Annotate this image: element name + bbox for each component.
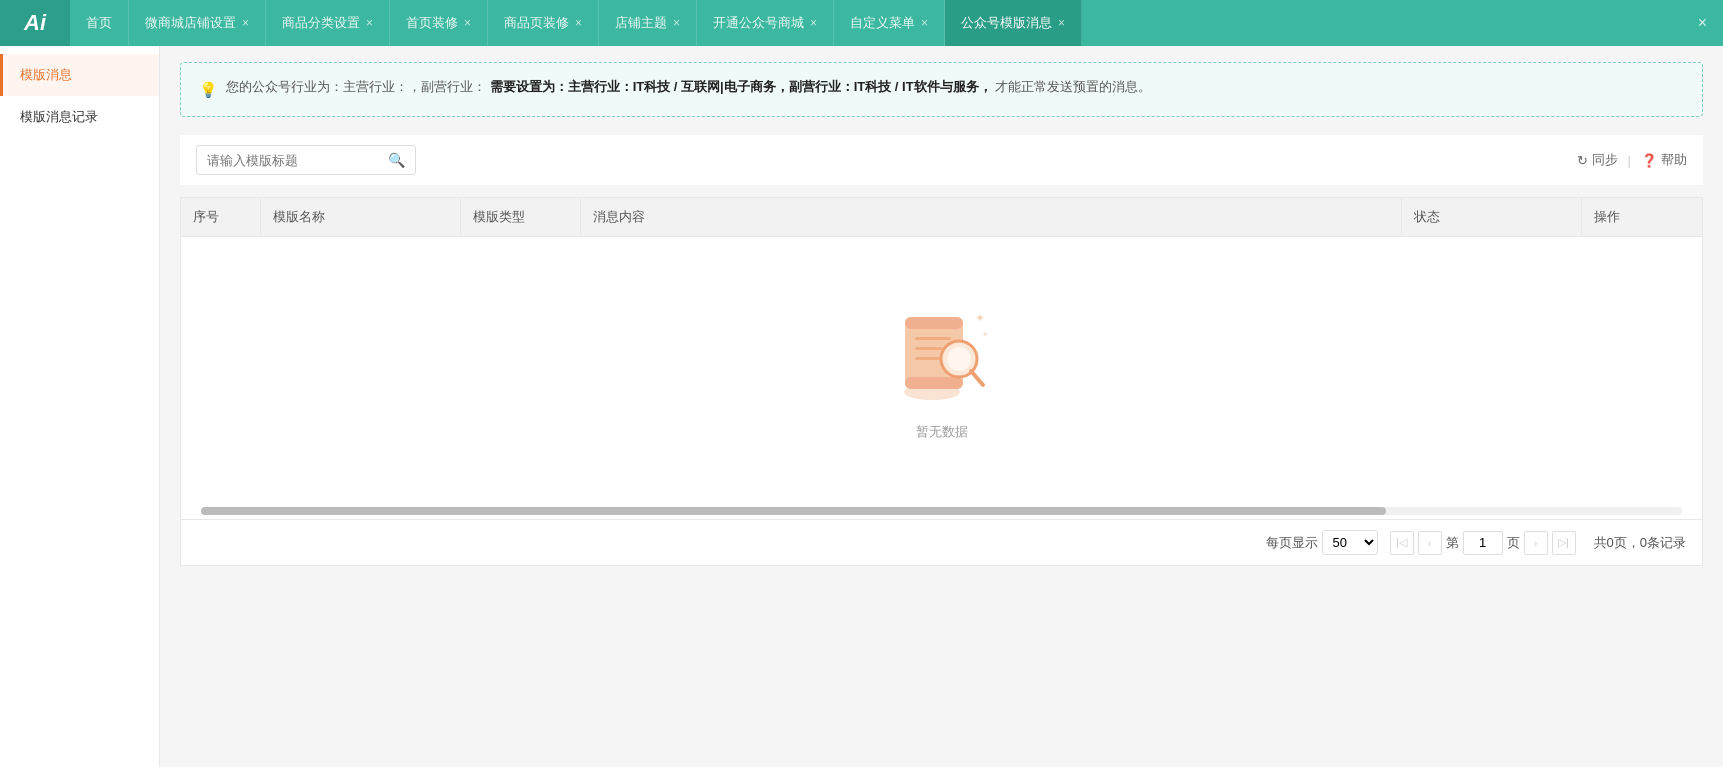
svg-rect-3 bbox=[905, 377, 963, 389]
th-action: 操作 bbox=[1582, 198, 1702, 236]
last-page-button[interactable]: ▷| bbox=[1552, 531, 1576, 555]
top-navigation: Ai 首页 微商城店铺设置 × 商品分类设置 × 首页装修 × 商品页装修 × … bbox=[0, 0, 1723, 46]
main-layout: 模版消息 模版消息记录 💡 您的公众号行业为：主营行业：，副营行业： 需要设置为… bbox=[0, 46, 1723, 767]
svg-line-9 bbox=[971, 371, 983, 385]
sidebar-item-template-msg[interactable]: 模版消息 bbox=[0, 54, 159, 96]
empty-illustration: ✦ ✦ bbox=[887, 297, 997, 407]
divider: | bbox=[1628, 153, 1631, 168]
page-size-label: 每页显示 bbox=[1266, 534, 1318, 552]
pagination-row: 每页显示 50 20 100 |◁ ‹ 第 页 › ▷| bbox=[181, 519, 1702, 565]
nav-tab-shop-settings[interactable]: 微商城店铺设置 × bbox=[129, 0, 266, 46]
sync-help-area: ↻ 同步 | ❓ 帮助 bbox=[1577, 151, 1687, 169]
svg-text:✦: ✦ bbox=[982, 330, 989, 339]
close-tab-home-decor[interactable]: × bbox=[464, 16, 471, 30]
close-tab-open-mall[interactable]: × bbox=[810, 16, 817, 30]
nav-tab-theme[interactable]: 店铺主题 × bbox=[599, 0, 697, 46]
sidebar: 模版消息 模版消息记录 bbox=[0, 46, 160, 767]
svg-point-8 bbox=[947, 347, 971, 371]
th-type: 模版类型 bbox=[461, 198, 581, 236]
scrollbar-area bbox=[181, 501, 1702, 519]
th-name: 模版名称 bbox=[261, 198, 461, 236]
content-area: 💡 您的公众号行业为：主营行业：，副营行业： 需要设置为：主营行业：IT科技 /… bbox=[160, 46, 1723, 767]
close-tab-custom-menu[interactable]: × bbox=[921, 16, 928, 30]
scrollbar-thumb bbox=[201, 507, 1386, 515]
svg-text:✦: ✦ bbox=[975, 311, 985, 325]
close-all-button[interactable]: × bbox=[1682, 14, 1723, 32]
help-icon: ❓ bbox=[1641, 153, 1657, 168]
empty-state: ✦ ✦ 暂无数据 bbox=[181, 237, 1702, 501]
close-tab-category[interactable]: × bbox=[366, 16, 373, 30]
nav-tab-open-mall[interactable]: 开通公众号商城 × bbox=[697, 0, 834, 46]
notice-icon: 💡 bbox=[199, 78, 218, 102]
svg-rect-2 bbox=[905, 317, 963, 329]
nav-tab-home-decor[interactable]: 首页装修 × bbox=[390, 0, 488, 46]
scrollbar-track[interactable] bbox=[201, 507, 1682, 515]
close-tab-theme[interactable]: × bbox=[673, 16, 680, 30]
close-tab-product-decor[interactable]: × bbox=[575, 16, 582, 30]
th-index: 序号 bbox=[181, 198, 261, 236]
notice-box: 💡 您的公众号行业为：主营行业：，副营行业： 需要设置为：主营行业：IT科技 /… bbox=[180, 62, 1703, 117]
close-tab-template-msg[interactable]: × bbox=[1058, 16, 1065, 30]
logo: Ai bbox=[0, 0, 70, 46]
nav-tab-product-decor[interactable]: 商品页装修 × bbox=[488, 0, 599, 46]
sync-button[interactable]: ↻ 同步 bbox=[1577, 151, 1618, 169]
prev-page-button[interactable]: ‹ bbox=[1418, 531, 1442, 555]
nav-tab-template-msg[interactable]: 公众号模版消息 × bbox=[945, 0, 1082, 46]
page-nav: |◁ ‹ 第 页 › ▷| bbox=[1390, 531, 1576, 555]
page-number-input[interactable] bbox=[1463, 531, 1503, 555]
sidebar-item-template-msg-record[interactable]: 模版消息记录 bbox=[0, 96, 159, 138]
next-page-button[interactable]: › bbox=[1524, 531, 1548, 555]
empty-text: 暂无数据 bbox=[916, 423, 968, 441]
svg-rect-4 bbox=[915, 337, 951, 340]
th-content: 消息内容 bbox=[581, 198, 1402, 236]
table-container: 序号 模版名称 模版类型 消息内容 状态 操作 bbox=[180, 197, 1703, 566]
svg-rect-5 bbox=[915, 347, 943, 350]
page-label-prefix: 第 bbox=[1446, 534, 1459, 552]
table-header: 序号 模版名称 模版类型 消息内容 状态 操作 bbox=[181, 198, 1702, 237]
nav-tab-home[interactable]: 首页 bbox=[70, 0, 129, 46]
search-input-wrap: 🔍 bbox=[196, 145, 416, 175]
total-label: 共0页，0条记录 bbox=[1594, 534, 1686, 552]
nav-tab-custom-menu[interactable]: 自定义菜单 × bbox=[834, 0, 945, 46]
th-status: 状态 bbox=[1402, 198, 1582, 236]
page-size-dropdown[interactable]: 50 20 100 bbox=[1322, 530, 1378, 555]
search-button[interactable]: 🔍 bbox=[378, 146, 415, 174]
notice-text: 您的公众号行业为：主营行业：，副营行业： 需要设置为：主营行业：IT科技 / 互… bbox=[226, 77, 1151, 98]
search-bar-row: 🔍 ↻ 同步 | ❓ 帮助 bbox=[180, 135, 1703, 185]
refresh-icon: ↻ bbox=[1577, 153, 1588, 168]
search-input[interactable] bbox=[197, 147, 378, 174]
first-page-button[interactable]: |◁ bbox=[1390, 531, 1414, 555]
page-size-select: 每页显示 50 20 100 bbox=[1266, 530, 1382, 555]
help-button[interactable]: ❓ 帮助 bbox=[1641, 151, 1687, 169]
close-tab-shop-settings[interactable]: × bbox=[242, 16, 249, 30]
nav-tab-category[interactable]: 商品分类设置 × bbox=[266, 0, 390, 46]
page-label-suffix: 页 bbox=[1507, 534, 1520, 552]
